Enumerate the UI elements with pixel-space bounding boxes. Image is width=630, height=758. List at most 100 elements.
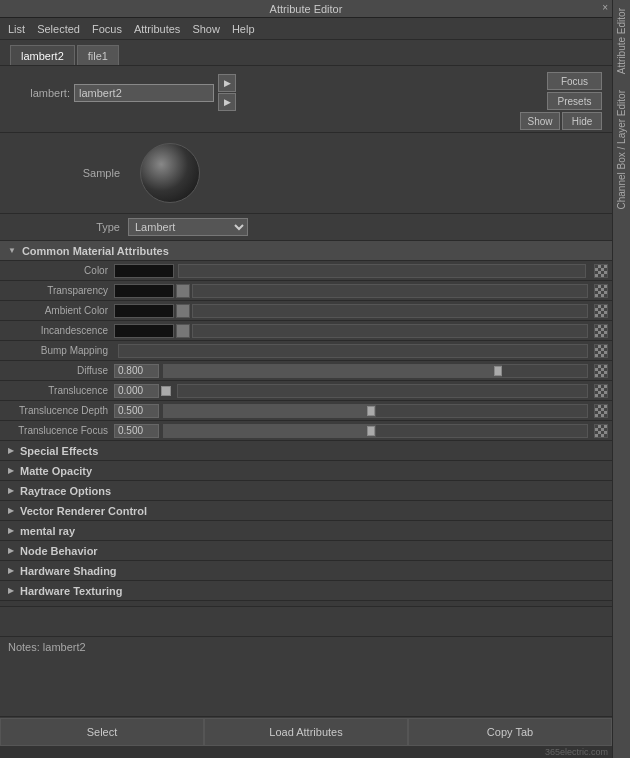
menu-list[interactable]: List xyxy=(8,23,25,35)
menu-attributes[interactable]: Attributes xyxy=(134,23,180,35)
attr-label-ambient-color: Ambient Color xyxy=(4,305,114,316)
notes-area: Notes: lambert2 xyxy=(0,636,612,716)
special-effects-section[interactable]: ▶ Special Effects xyxy=(0,441,612,461)
diffuse-value[interactable]: 0.800 xyxy=(114,364,159,378)
incandescence-swatch[interactable] xyxy=(114,324,174,338)
hide-button[interactable]: Hide xyxy=(562,112,602,130)
transparency-checker[interactable] xyxy=(594,284,608,298)
main-content: lambert2 file1 lambert: ▶ ▶ Focus Preset… xyxy=(0,40,612,758)
attr-row-bump-mapping: Bump Mapping xyxy=(0,341,612,361)
node-behavior-title: Node Behavior xyxy=(20,545,98,557)
tab-lambert2[interactable]: lambert2 xyxy=(10,45,75,65)
diffuse-thumb xyxy=(494,366,502,376)
diffuse-slider[interactable] xyxy=(163,364,588,378)
bottom-buttons: Select Load Attributes Copy Tab xyxy=(0,716,612,746)
sample-area: Sample xyxy=(0,133,612,214)
focus-button[interactable]: Focus xyxy=(547,72,602,90)
incandescence-slider[interactable] xyxy=(192,324,588,338)
vector-renderer-section[interactable]: ▶ Vector Renderer Control xyxy=(0,501,612,521)
translucence-focus-checker[interactable] xyxy=(594,424,608,438)
translucence-value[interactable]: 0.000 xyxy=(114,384,159,398)
translucence-depth-checker[interactable] xyxy=(594,404,608,418)
sample-sphere[interactable] xyxy=(140,143,200,203)
attr-label-incandescence: Incandescence xyxy=(4,325,114,336)
menu-focus[interactable]: Focus xyxy=(92,23,122,35)
color-slider[interactable] xyxy=(178,264,586,278)
type-select[interactable]: Lambert Phong Blinn Anisotropic xyxy=(128,218,248,236)
show-button[interactable]: Show xyxy=(520,112,560,130)
translucence-focus-slider[interactable] xyxy=(163,424,588,438)
attr-row-ambient-color: Ambient Color xyxy=(0,301,612,321)
hardware-shading-section[interactable]: ▶ Hardware Shading xyxy=(0,561,612,581)
hardware-shading-arrow: ▶ xyxy=(8,566,14,575)
menu-show[interactable]: Show xyxy=(192,23,220,35)
translucence-depth-value[interactable]: 0.500 xyxy=(114,404,159,418)
hardware-texturing-section[interactable]: ▶ Hardware Texturing xyxy=(0,581,612,601)
hardware-texturing-arrow: ▶ xyxy=(8,586,14,595)
watermark: 365electric.com xyxy=(0,746,612,758)
color-checker[interactable] xyxy=(594,264,608,278)
attr-label-translucence: Translucence xyxy=(4,385,114,396)
raytrace-options-arrow: ▶ xyxy=(8,486,14,495)
translucence-checker[interactable] xyxy=(594,384,608,398)
menu-selected[interactable]: Selected xyxy=(37,23,80,35)
sample-label: Sample xyxy=(40,167,120,179)
raytrace-options-section[interactable]: ▶ Raytrace Options xyxy=(0,481,612,501)
translucence-focus-value[interactable]: 0.500 xyxy=(114,424,159,438)
color-swatch[interactable] xyxy=(114,264,174,278)
lambert-input[interactable] xyxy=(74,84,214,102)
arrow-up-btn[interactable]: ▶ xyxy=(218,74,236,92)
attr-row-color: Color xyxy=(0,261,612,281)
attr-label-color: Color xyxy=(4,265,114,276)
copy-tab-button[interactable]: Copy Tab xyxy=(408,718,612,746)
presets-button[interactable]: Presets xyxy=(547,92,602,110)
type-label: Type xyxy=(40,221,120,233)
bump-slider[interactable] xyxy=(118,344,588,358)
transparency-swatch[interactable] xyxy=(114,284,174,298)
close-button[interactable]: × xyxy=(602,2,608,13)
ambient-color-swatch[interactable] xyxy=(114,304,174,318)
node-behavior-arrow: ▶ xyxy=(8,546,14,555)
raytrace-options-title: Raytrace Options xyxy=(20,485,111,497)
attr-row-diffuse: Diffuse 0.800 xyxy=(0,361,612,381)
menu-help[interactable]: Help xyxy=(232,23,255,35)
depth-thumb xyxy=(367,406,375,416)
vector-renderer-arrow: ▶ xyxy=(8,506,14,515)
tab-file1[interactable]: file1 xyxy=(77,45,119,65)
select-button[interactable]: Select xyxy=(0,718,204,746)
node-behavior-section[interactable]: ▶ Node Behavior xyxy=(0,541,612,561)
mental-ray-section[interactable]: ▶ mental ray xyxy=(0,521,612,541)
channel-box-side-label[interactable]: Channel Box / Layer Editor xyxy=(614,82,629,218)
transparency-slider[interactable] xyxy=(192,284,588,298)
ambient-slider[interactable] xyxy=(192,304,588,318)
diffuse-checker[interactable] xyxy=(594,364,608,378)
translucence-thumb xyxy=(161,386,171,396)
arrow-down-btn[interactable]: ▶ xyxy=(218,93,236,111)
menu-bar: List Selected Focus Attributes Show Help xyxy=(0,18,612,40)
mental-ray-title: mental ray xyxy=(20,525,75,537)
special-effects-title: Special Effects xyxy=(20,445,98,457)
hardware-texturing-title: Hardware Texturing xyxy=(20,585,123,597)
attr-row-incandescence: Incandescence xyxy=(0,321,612,341)
common-attrs-section-header[interactable]: ▼ Common Material Attributes xyxy=(0,241,612,261)
hardware-shading-title: Hardware Shading xyxy=(20,565,117,577)
attr-row-translucence-focus: Translucence Focus 0.500 xyxy=(0,421,612,441)
bump-checker[interactable] xyxy=(594,344,608,358)
attr-row-translucence: Translucence 0.000 xyxy=(0,381,612,401)
ambient-checker[interactable] xyxy=(594,304,608,318)
incandescence-checker[interactable] xyxy=(594,324,608,338)
transparency-slider-thumb xyxy=(176,284,190,298)
lambert-label: lambert: xyxy=(10,87,70,99)
ambient-slider-thumb xyxy=(176,304,190,318)
focus-thumb xyxy=(367,426,375,436)
translucence-depth-slider[interactable] xyxy=(163,404,588,418)
load-attributes-button[interactable]: Load Attributes xyxy=(204,718,408,746)
attr-label-translucence-depth: Translucence Depth xyxy=(4,405,114,416)
attrs-scroll[interactable]: ▼ Common Material Attributes Color Trans… xyxy=(0,241,612,636)
matte-opacity-section[interactable]: ▶ Matte Opacity xyxy=(0,461,612,481)
vector-renderer-title: Vector Renderer Control xyxy=(20,505,147,517)
attribute-editor-side-label[interactable]: Attribute Editor xyxy=(614,0,629,82)
translucence-slider[interactable] xyxy=(177,384,588,398)
special-effects-arrow: ▶ xyxy=(8,446,14,455)
title-bar: Attribute Editor × xyxy=(0,0,612,18)
